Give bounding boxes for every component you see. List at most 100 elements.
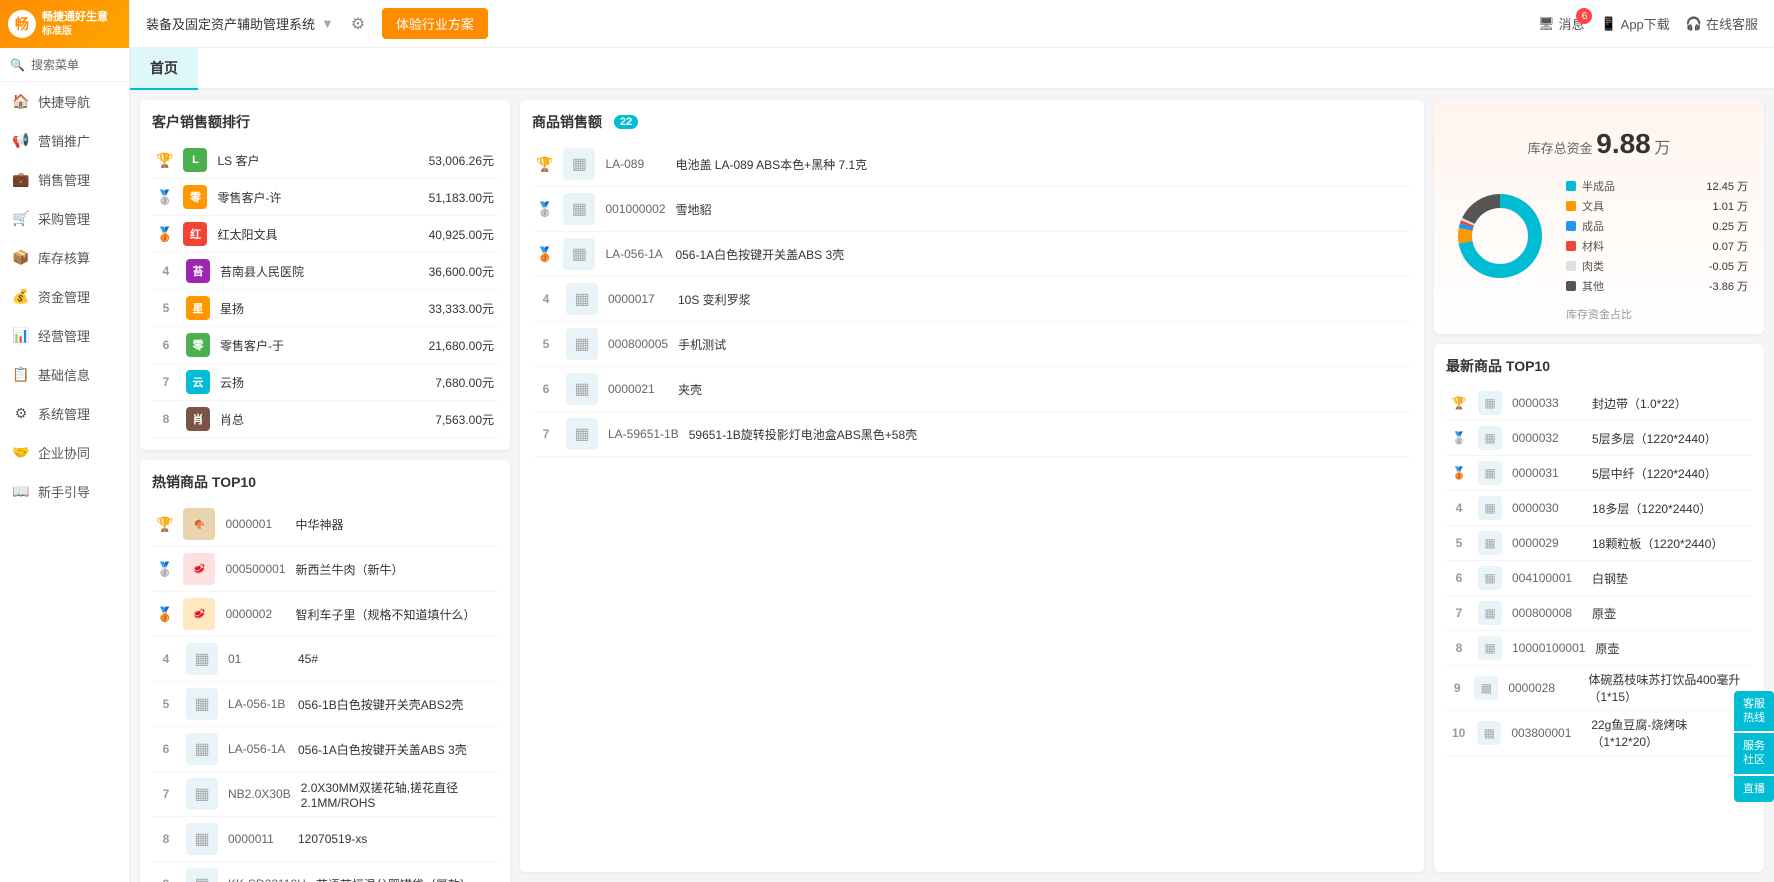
- sidebar-item-collab[interactable]: 🤝 企业协同: [0, 433, 129, 472]
- list-item: 🏆 ▦ LA-089 电池盖 LA-089 ABS本色+黑种 7.1克: [532, 142, 1412, 187]
- sidebar-item-marketing[interactable]: 📢 营销推广: [0, 121, 129, 160]
- legend-item: 其他 -3.86 万: [1566, 278, 1748, 294]
- table-row: 6 零 零售客户-于 21,680.00元: [152, 327, 498, 364]
- sidebar-item-system[interactable]: ⚙ 系统管理: [0, 394, 129, 433]
- hot-products-title-text: 热销商品 TOP10: [152, 472, 256, 492]
- rank-number: 4: [1450, 501, 1468, 515]
- newest-products-card: 最新商品 TOP10 🏆 ▦ 0000033 封边带（1.0*22） 🥈 ▦ 0…: [1434, 344, 1764, 872]
- product-name: 056-1A白色按键开关盖ABS 3壳: [675, 246, 1408, 263]
- product-code: LA-089: [605, 157, 665, 171]
- product-code: 000500001: [225, 562, 285, 576]
- product-image-placeholder: ▦: [1478, 636, 1502, 660]
- customer-value: 33,333.00元: [429, 300, 494, 317]
- inventory-total: 库存总资金 9.88 万: [1446, 112, 1752, 170]
- list-item: 🥈 ▦ 001000002 雪地貂: [532, 187, 1412, 232]
- product-code: KK-SD22110H: [228, 877, 306, 882]
- product-image-placeholder: ▦: [186, 688, 218, 720]
- table-row: 7 云 云扬 7,680.00元: [152, 364, 498, 401]
- product-image-placeholder: ▦: [566, 283, 598, 315]
- customer-value: 40,925.00元: [429, 226, 494, 243]
- app-download-label: App下载: [1621, 14, 1670, 33]
- list-item: 7 ▦ NB2.0X30B 2.0X30MM双搓花轴,搓花直径2.1MM/ROH…: [152, 772, 498, 817]
- product-name: 18颗粒板（1220*2440）: [1592, 535, 1723, 552]
- legend-value: 12.45 万: [1706, 178, 1748, 194]
- avatar: 零: [186, 333, 210, 357]
- trophy-icon: 🏆: [536, 156, 553, 173]
- sidebar-item-quick-nav[interactable]: 🏠 快捷导航: [0, 82, 129, 121]
- trophy-icon: 🥈: [156, 189, 173, 206]
- settings-button[interactable]: ⚙: [344, 10, 372, 38]
- product-code: 10000100001: [1512, 641, 1585, 655]
- customer-service-button[interactable]: 客服热线: [1734, 691, 1774, 732]
- customer-value: 7,563.00元: [435, 411, 494, 428]
- sidebar-item-finance[interactable]: 💰 资金管理: [0, 277, 129, 316]
- sidebar-item-label: 采购管理: [38, 209, 90, 228]
- product-code: 001000002: [605, 202, 665, 216]
- rank-number: 6: [536, 382, 556, 396]
- legend-color: [1566, 241, 1576, 251]
- sidebar-item-label: 快捷导航: [38, 92, 90, 111]
- trophy-icon: 🥉: [156, 606, 173, 623]
- inventory-icon: 📦: [12, 249, 30, 266]
- mobile-icon: 📱: [1600, 16, 1616, 32]
- sidebar-item-purchase[interactable]: 🛒 采购管理: [0, 199, 129, 238]
- list-item: 8 ▦ 10000100001 原壶: [1446, 631, 1752, 666]
- product-code: NB2.0X30B: [228, 787, 291, 801]
- trophy-icon: 🏆: [156, 152, 173, 169]
- trophy-icon: 🥈: [156, 561, 173, 578]
- legend-item: 肉类 -0.05 万: [1566, 258, 1748, 274]
- rank-icon: 🏆: [1450, 396, 1468, 410]
- list-item: 🏆 🍖 0000001 中华神器: [152, 502, 498, 547]
- online-service-button[interactable]: 🎧 在线客服: [1686, 14, 1758, 33]
- brand-icon: 畅: [8, 10, 36, 38]
- product-code: LA-056-1A: [605, 247, 665, 261]
- table-row: 🥉 红 红太阳文具 40,925.00元: [152, 216, 498, 253]
- product-name: 18多层（1220*2440）: [1592, 500, 1711, 517]
- sidebar-item-inventory[interactable]: 📦 库存核算: [0, 238, 129, 277]
- sidebar-item-sales[interactable]: 💼 销售管理: [0, 160, 129, 199]
- sidebar-item-basics[interactable]: 📋 基础信息: [0, 355, 129, 394]
- left-column: 客户销售额排行 🏆 L LS 客户 53,006.26元 🥈 零 零售客户-许: [130, 90, 520, 882]
- legend-label: 肉类: [1582, 258, 1703, 274]
- customer-name: 零售客户-于: [220, 337, 419, 354]
- trial-button[interactable]: 体验行业方案: [382, 8, 488, 39]
- community-button[interactable]: 服务社区: [1734, 733, 1774, 774]
- list-item: 8 ▦ 0000011 12070519-xs: [152, 817, 498, 862]
- customer-value: 53,006.26元: [429, 152, 494, 169]
- legend-item: 成品 0.25 万: [1566, 218, 1748, 234]
- product-image-placeholder: ▦: [1478, 531, 1502, 555]
- search-icon: 🔍: [10, 58, 25, 72]
- rank-number: 7: [1450, 606, 1468, 620]
- right-column: 库存总资金 9.88 万: [1434, 90, 1774, 882]
- rank-number: 6: [156, 742, 176, 756]
- trophy-icon: 🏆: [156, 516, 173, 533]
- sidebar-item-operations[interactable]: 📊 经营管理: [0, 316, 129, 355]
- product-sales-card: 商品销售额 22 🏆 ▦ LA-089 电池盖 LA-089 ABS本色+黑种 …: [520, 100, 1424, 872]
- rank-number: 8: [1450, 641, 1468, 655]
- messages-button[interactable]: 🖥 消息 6: [1538, 14, 1585, 33]
- search-menu[interactable]: 🔍 搜索菜单: [0, 48, 129, 82]
- product-sales-title: 商品销售额 22: [532, 112, 1412, 132]
- product-name: 新西兰牛肉（新牛）: [296, 561, 494, 578]
- list-item: 🥉 🥩 0000002 智利车子里（规格不知道填什么）: [152, 592, 498, 637]
- search-menu-label: 搜索菜单: [31, 56, 79, 73]
- brand-name: 畅捷通好生意: [42, 10, 108, 24]
- product-image: 🍖: [183, 508, 215, 540]
- live-button[interactable]: 直播: [1734, 776, 1774, 802]
- product-sales-title-text: 商品销售额: [532, 112, 602, 132]
- product-code: 0000031: [1512, 466, 1582, 480]
- rank-number: 5: [536, 337, 556, 351]
- product-name: 59651-1B旋转投影灯电池盒ABS黑色+58壳: [689, 426, 1408, 443]
- avatar: 零: [183, 185, 207, 209]
- system-selector[interactable]: 装备及固定资产辅助管理系统 ▼: [146, 14, 334, 33]
- product-image-placeholder: ▦: [186, 868, 218, 882]
- sidebar-item-guide[interactable]: 📖 新手引导: [0, 472, 129, 511]
- product-name: 10S 变利罗浆: [678, 291, 1408, 308]
- trophy-icon: 🥉: [536, 246, 553, 263]
- inventory-number: 9.88: [1596, 128, 1651, 159]
- product-code: LA-59651-1B: [608, 427, 679, 441]
- tab-home[interactable]: 首页: [130, 48, 198, 90]
- legend-label: 其他: [1582, 278, 1703, 294]
- rank-number: 9: [156, 877, 176, 882]
- app-download-button[interactable]: 📱 App下载: [1600, 14, 1669, 33]
